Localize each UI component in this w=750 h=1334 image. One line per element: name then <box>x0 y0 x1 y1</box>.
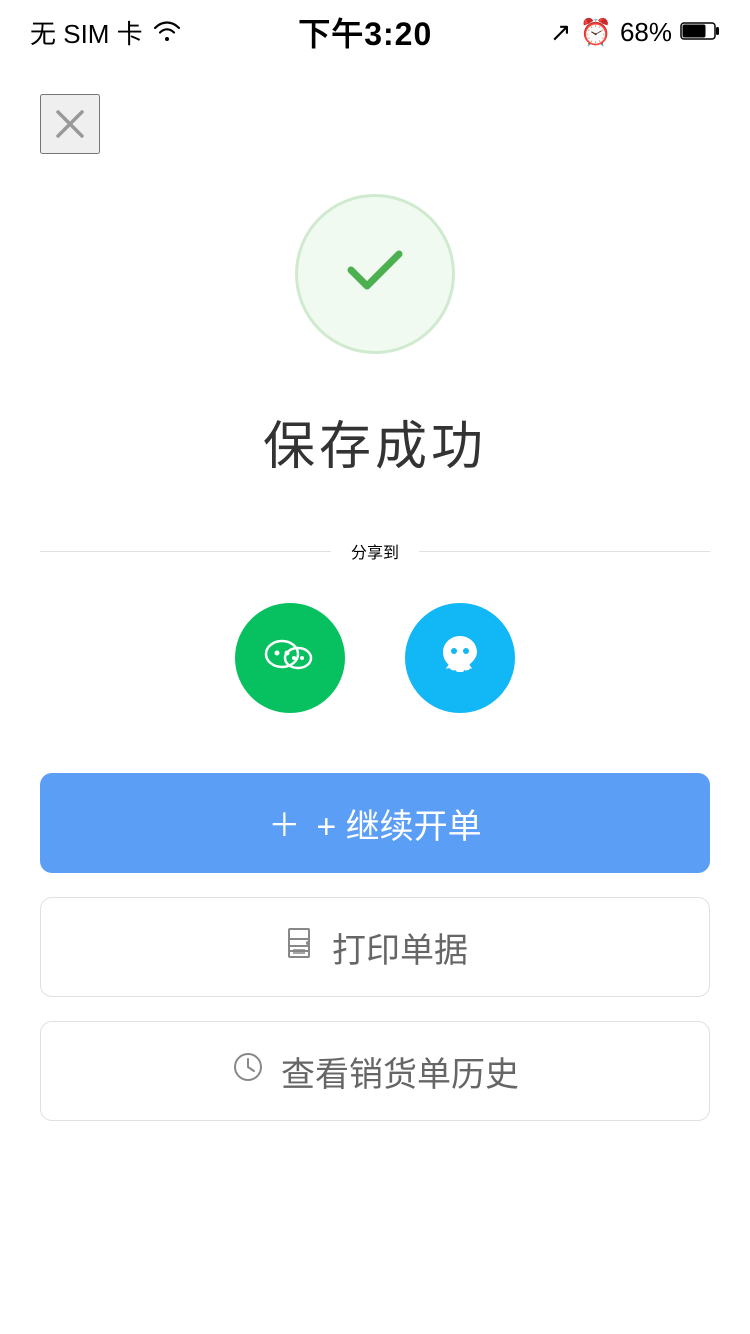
status-right: ↗ ⏰ 68% <box>550 17 720 48</box>
share-section: 分享到 <box>40 539 710 713</box>
wechat-share-button[interactable] <box>235 603 345 713</box>
history-label: 查看销货单历史 <box>281 1047 519 1096</box>
share-divider: 分享到 <box>40 539 710 563</box>
status-bar: 无 SIM 卡 下午3:20 ↗ ⏰ 68% <box>0 0 750 64</box>
action-buttons: ＋ + 继续开单 打印单据 <box>40 773 710 1121</box>
success-circle <box>295 194 455 354</box>
main-content: 保存成功 分享到 <box>0 64 750 1181</box>
status-left: 无 SIM 卡 <box>30 14 181 51</box>
plus-icon: ＋ <box>268 800 300 846</box>
alarm-icon: ⏰ <box>580 17 612 48</box>
print-icon <box>282 926 316 968</box>
print-label: 打印单据 <box>332 923 468 972</box>
battery-percent: 68% <box>620 17 672 48</box>
continue-label: + 继续开单 <box>316 799 481 848</box>
print-button[interactable]: 打印单据 <box>40 897 710 997</box>
close-button[interactable] <box>40 94 100 154</box>
success-title: 保存成功 <box>263 404 487 479</box>
history-button[interactable]: 查看销货单历史 <box>40 1021 710 1121</box>
qq-share-button[interactable] <box>405 603 515 713</box>
continue-button[interactable]: ＋ + 继续开单 <box>40 773 710 873</box>
wifi-icon <box>153 17 181 48</box>
location-icon: ↗ <box>550 17 572 48</box>
time-display: 下午3:20 <box>298 9 432 55</box>
checkmark-icon <box>335 228 415 321</box>
share-icons <box>40 603 710 713</box>
signal-text: 无 SIM 卡 <box>30 14 143 51</box>
battery-icon <box>680 17 720 48</box>
history-icon <box>231 1050 265 1092</box>
share-label: 分享到 <box>351 539 399 563</box>
